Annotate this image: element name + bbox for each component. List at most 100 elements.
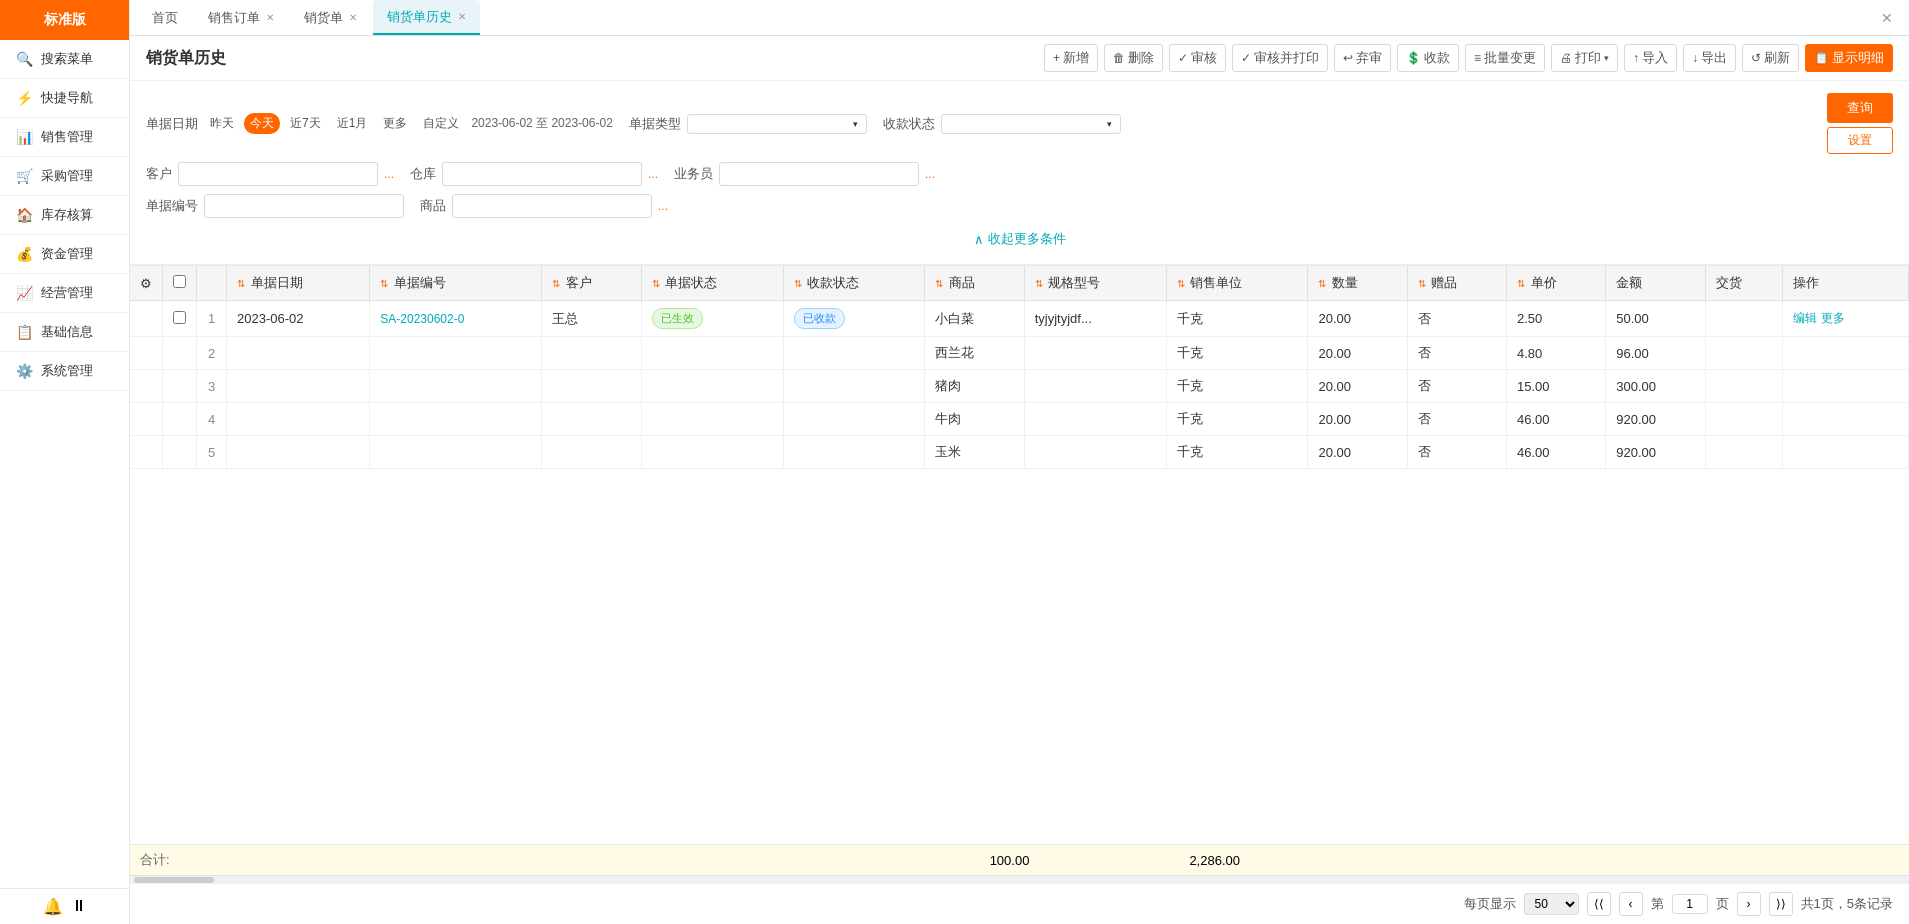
delete-button[interactable]: 🗑 删除: [1104, 44, 1163, 72]
next-page-button[interactable]: ›: [1737, 892, 1761, 916]
doc-status-cell: [641, 436, 783, 469]
doc-number-cell[interactable]: [370, 337, 542, 370]
tab-sales-delivery[interactable]: 销货单 ✕: [290, 0, 371, 35]
new-button[interactable]: + 新增: [1044, 44, 1098, 72]
pause-icon[interactable]: ⏸: [71, 897, 87, 916]
batch-change-button[interactable]: ≡ 批量变更: [1465, 44, 1545, 72]
customer-column-header[interactable]: ⇅ 客户: [542, 266, 641, 301]
action-column-header: 操作: [1782, 266, 1908, 301]
close-all-tabs-button[interactable]: ✕: [1873, 10, 1901, 26]
scroll-thumb[interactable]: [134, 877, 214, 883]
date-btn-custom[interactable]: 自定义: [417, 113, 465, 134]
sidebar-item-sys-mgmt[interactable]: ⚙️ 系统管理: [0, 352, 129, 391]
sidebar-item-operations[interactable]: 📈 经营管理: [0, 274, 129, 313]
goods-cell: 西兰花: [925, 337, 1024, 370]
sidebar-item-search-menu[interactable]: 🔍 搜索菜单: [0, 40, 129, 79]
customer-ellipsis[interactable]: ...: [384, 167, 394, 181]
salesperson-ellipsis[interactable]: ...: [925, 167, 935, 181]
collapse-button[interactable]: ∧ 收起更多条件: [146, 226, 1893, 252]
filter-row-1: 单据日期 昨天 今天 近7天 近1月 更多 自定义 2023-06-02 至 2…: [146, 93, 1893, 154]
sidebar-item-inventory[interactable]: 🏠 库存核算: [0, 196, 129, 235]
tab-sales-history-close[interactable]: ✕: [458, 11, 466, 22]
date-btn-7days[interactable]: 近7天: [284, 113, 327, 134]
goods-input[interactable]: [452, 194, 652, 218]
abandon-button[interactable]: ↩ 弃审: [1334, 44, 1391, 72]
tab-home[interactable]: 首页: [138, 0, 192, 35]
checkbox-cell[interactable]: [163, 370, 197, 403]
page-number-input[interactable]: [1672, 894, 1708, 914]
sidebar-item-quick-nav[interactable]: ⚡ 快捷导航: [0, 79, 129, 118]
show-details-button[interactable]: 📋 显示明细: [1805, 44, 1893, 72]
tab-sales-order-close[interactable]: ✕: [266, 12, 274, 23]
sidebar-item-sales-mgmt[interactable]: 📊 销售管理: [0, 118, 129, 157]
print-button[interactable]: 🖨 打印 ▾: [1551, 44, 1618, 72]
gift-column-header[interactable]: ⇅ 赠品: [1407, 266, 1506, 301]
collect-button[interactable]: 💲 收款: [1397, 44, 1459, 72]
payment-status-select[interactable]: ▾: [941, 114, 1121, 134]
filter-area: 单据日期 昨天 今天 近7天 近1月 更多 自定义 2023-06-02 至 2…: [130, 81, 1909, 265]
doc-number-input[interactable]: [204, 194, 404, 218]
row-checkbox[interactable]: [173, 311, 186, 324]
notification-icon[interactable]: 🔔: [43, 897, 63, 916]
checkbox-cell[interactable]: [163, 436, 197, 469]
tab-sales-order[interactable]: 销售订单 ✕: [194, 0, 288, 35]
customer-input[interactable]: [178, 162, 378, 186]
quantity-cell: 20.00: [1308, 403, 1407, 436]
doc-number-cell[interactable]: [370, 436, 542, 469]
date-btn-more[interactable]: 更多: [377, 113, 413, 134]
sales-unit-column-header[interactable]: ⇅ 销售单位: [1166, 266, 1308, 301]
refresh-button[interactable]: ↺ 刷新: [1742, 44, 1799, 72]
filter-salesperson-item: 业务员 ...: [674, 162, 935, 186]
settings-gear-icon[interactable]: ⚙: [140, 276, 152, 291]
sidebar-item-finance[interactable]: 💰 资金管理: [0, 235, 129, 274]
tab-sales-delivery-close[interactable]: ✕: [349, 12, 357, 23]
refresh-label: 刷新: [1764, 49, 1790, 67]
doc-number-column-header[interactable]: ⇅ 单据编号: [370, 266, 542, 301]
goods-ellipsis[interactable]: ...: [658, 199, 668, 213]
row-num-cell: 1: [197, 301, 227, 337]
date-btn-1month[interactable]: 近1月: [331, 113, 374, 134]
spec-column-header[interactable]: ⇅ 规格型号: [1024, 266, 1166, 301]
prev-page-button[interactable]: ‹: [1619, 892, 1643, 916]
last-page-button[interactable]: ⟩⟩: [1769, 892, 1793, 916]
transaction-cell: [1705, 370, 1782, 403]
doc-number-cell[interactable]: [370, 370, 542, 403]
doc-status-column-header[interactable]: ⇅ 单据状态: [641, 266, 783, 301]
date-btn-today[interactable]: 今天: [244, 113, 280, 134]
doc-number-cell[interactable]: [370, 403, 542, 436]
per-page-select[interactable]: 50 100: [1524, 893, 1579, 915]
import-button[interactable]: ↑ 导入: [1624, 44, 1677, 72]
set-button[interactable]: 设置: [1827, 127, 1893, 154]
settings-column-header[interactable]: ⚙: [130, 266, 163, 301]
row-num-cell: 2: [197, 337, 227, 370]
goods-column-header[interactable]: ⇅ 商品: [925, 266, 1024, 301]
sort-icon: ⇅: [237, 278, 245, 289]
doc-date-column-header[interactable]: ⇅ 单据日期: [227, 266, 370, 301]
review-button[interactable]: ✓ 审核: [1169, 44, 1226, 72]
checkbox-cell[interactable]: [163, 337, 197, 370]
unit-price-column-header[interactable]: ⇅ 单价: [1507, 266, 1606, 301]
doc-number-cell[interactable]: SA-20230602-0: [370, 301, 542, 337]
checkbox-cell[interactable]: [163, 403, 197, 436]
warehouse-input[interactable]: [442, 162, 642, 186]
sidebar-item-purchase-mgmt[interactable]: 🛒 采购管理: [0, 157, 129, 196]
export-button[interactable]: ↓ 导出: [1683, 44, 1736, 72]
date-btn-yesterday[interactable]: 昨天: [204, 113, 240, 134]
select-all-checkbox[interactable]: [173, 275, 186, 288]
sidebar-item-basic-info[interactable]: 📋 基础信息: [0, 313, 129, 352]
warehouse-ellipsis[interactable]: ...: [648, 167, 658, 181]
quick-nav-icon: ⚡: [16, 90, 33, 106]
first-page-button[interactable]: ⟨⟨: [1587, 892, 1611, 916]
checkbox-cell[interactable]: [163, 301, 197, 337]
horizontal-scrollbar[interactable]: [130, 875, 1909, 883]
tab-sales-history[interactable]: 销货单历史 ✕: [373, 0, 480, 35]
quantity-column-header[interactable]: ⇅ 数量: [1308, 266, 1407, 301]
action-link[interactable]: 更多: [1821, 311, 1845, 325]
payment-status-column-header[interactable]: ⇅ 收款状态: [783, 266, 925, 301]
review-print-button[interactable]: ✓ 审核并打印: [1232, 44, 1328, 72]
goods-cell: 小白菜: [925, 301, 1024, 337]
salesperson-input[interactable]: [719, 162, 919, 186]
query-button[interactable]: 查询: [1827, 93, 1893, 123]
doc-type-select[interactable]: ▾: [687, 114, 867, 134]
action-link[interactable]: 编辑: [1793, 311, 1817, 325]
